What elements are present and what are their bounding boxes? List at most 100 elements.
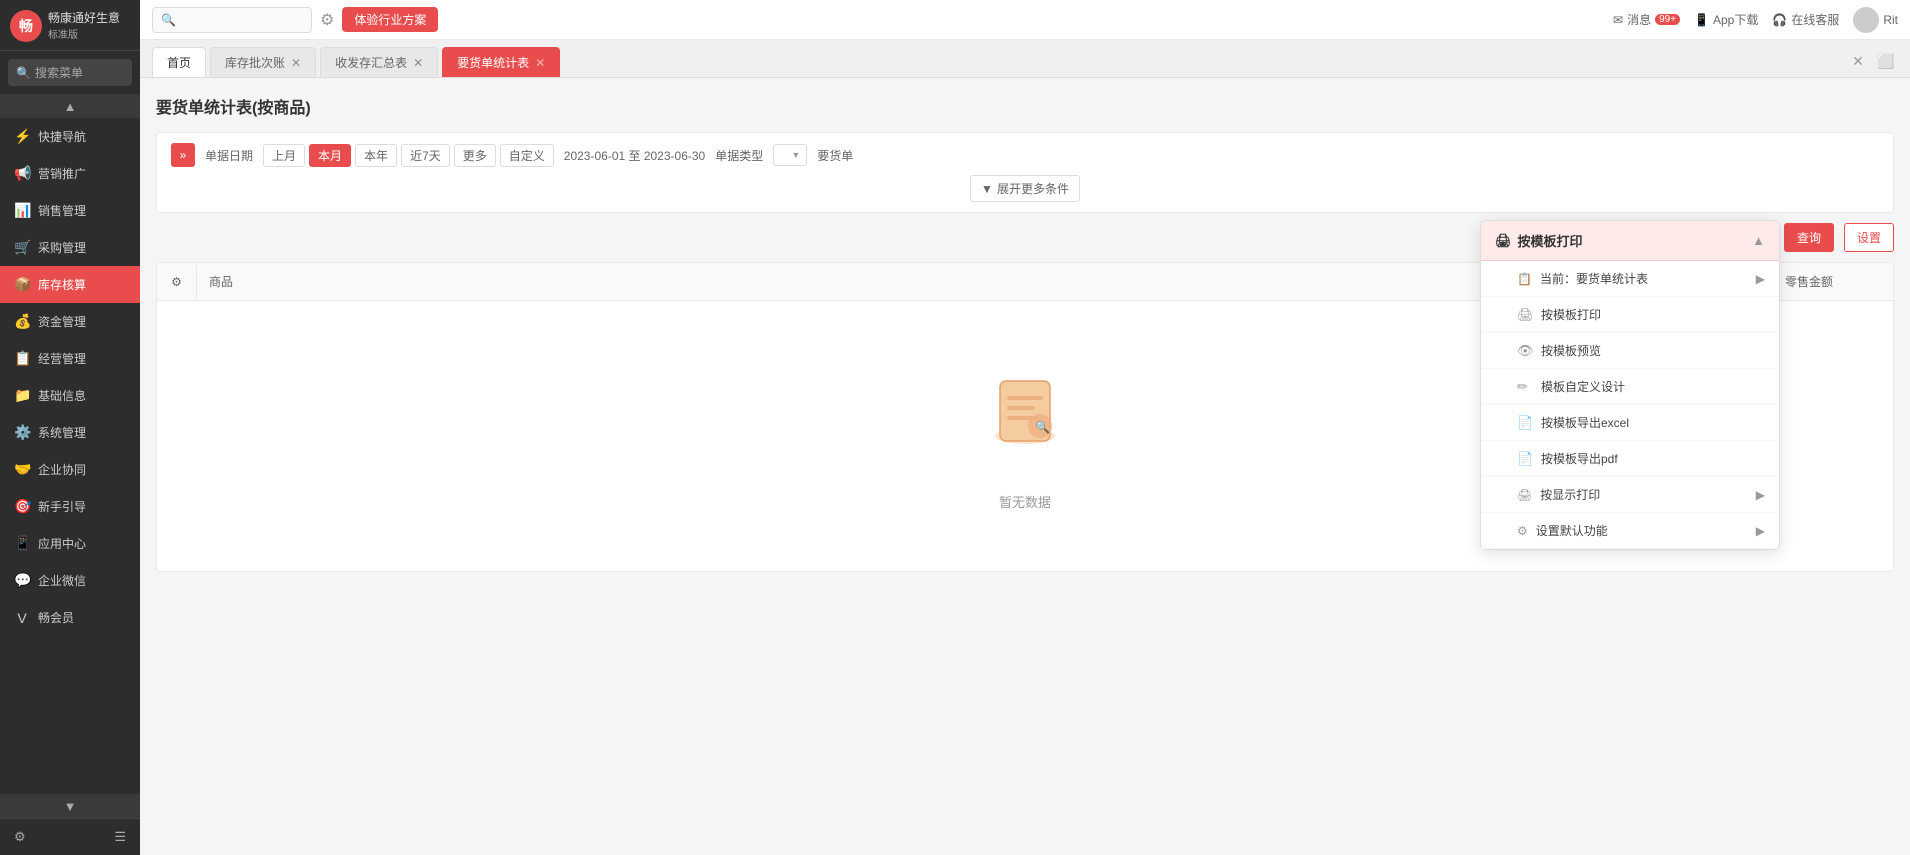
expand-down-icon: ▼ (981, 182, 993, 196)
template-custom-icon: ✏ (1517, 379, 1533, 395)
date-btn-current-year[interactable]: 本年 (355, 144, 397, 167)
dropdown-collapse-icon[interactable]: ▲ (1752, 233, 1765, 248)
sidebar-item-quick-nav[interactable]: ⚡ 快捷导航 (0, 118, 140, 155)
tab-inventory-batch-close[interactable]: ✕ (291, 56, 301, 70)
expand-more-btn[interactable]: ▼ 展开更多条件 (970, 175, 1080, 202)
sidebar-item-app-center[interactable]: 📱 应用中心 (0, 525, 140, 562)
template-print-icon: 🖨 (1517, 307, 1533, 323)
query-btn[interactable]: 查询 (1784, 223, 1834, 252)
quick-nav-icon: ⚡ (14, 128, 30, 145)
display-print-left: 🖨 按显示打印 (1495, 486, 1600, 503)
tab-order-stats-close[interactable]: ✕ (535, 56, 545, 70)
trial-btn[interactable]: 体验行业方案 (342, 7, 438, 32)
online-service-btn[interactable]: 🎧 在线客服 (1772, 11, 1839, 28)
sidebar-item-sales[interactable]: 📊 销售管理 (0, 192, 140, 229)
tab-receipt-summary-close[interactable]: ✕ (413, 56, 423, 70)
topbar-settings-icon[interactable]: ⚙ (320, 10, 334, 30)
date-btn-prev-month[interactable]: 上月 (263, 144, 305, 167)
tab-inventory-batch[interactable]: 库存批次账 ✕ (210, 47, 316, 77)
order-category-label: 要货单 (817, 147, 853, 164)
app-logo: 畅 畅康通好生意 标准版 (0, 0, 140, 51)
notification-btn[interactable]: ✉ 消息 99+ (1613, 11, 1680, 28)
display-print-icon: 🖨 (1517, 488, 1532, 502)
sidebar-item-marketing[interactable]: 📢 营销推广 (0, 155, 140, 192)
topbar: 🔍 ⚙ 体验行业方案 ✉ 消息 99+ 📱 App下载 🎧 在线客服 Rit (140, 0, 1910, 40)
settings-icon: ⚙ (171, 275, 182, 289)
logo-icon: 畅 (10, 10, 42, 42)
window-close-btn[interactable]: ✕ (1846, 49, 1870, 73)
settings-table-btn[interactable]: 设置 (1844, 223, 1894, 252)
th-amount: 零售金额 (1773, 263, 1893, 300)
sidebar-item-label: 应用中心 (38, 535, 86, 552)
sidebar-nav: ⚡ 快捷导航 📢 营销推广 📊 销售管理 🛒 采购管理 📦 库存核算 💰 资金管… (0, 118, 140, 794)
filter-expand-icon[interactable]: » (171, 143, 195, 167)
sidebar-item-collab[interactable]: 🤝 企业协同 (0, 451, 140, 488)
th-settings[interactable]: ⚙ (157, 265, 197, 299)
app-download-btn[interactable]: 📱 App下载 (1694, 11, 1758, 28)
scroll-down-btn[interactable]: ▼ (0, 794, 140, 818)
set-default-label: 设置默认功能 (1536, 522, 1608, 539)
sidebar-item-label: 营销推广 (38, 165, 86, 182)
sidebar-item-system[interactable]: ⚙️ 系统管理 (0, 414, 140, 451)
date-btn-custom[interactable]: 自定义 (500, 144, 554, 167)
expand-more-label: 展开更多条件 (997, 180, 1069, 197)
sidebar-item-guide[interactable]: 🎯 新手引导 (0, 488, 140, 525)
topbar-right: ✉ 消息 99+ 📱 App下载 🎧 在线客服 Rit (1613, 7, 1898, 33)
filter-row: » 单据日期 上月 本月 本年 近7天 更多 自定义 2023-06-01 至 … (171, 143, 1879, 167)
sidebar-search[interactable]: 🔍 搜索菜单 (8, 59, 132, 86)
dropdown-sub-set-default[interactable]: ⚙ 设置默认功能 ▶ (1481, 513, 1779, 549)
date-btn-last-7-days[interactable]: 近7天 (401, 144, 450, 167)
topbar-search[interactable]: 🔍 (152, 7, 312, 33)
footer-menu-icon[interactable]: ☰ (114, 829, 126, 845)
user-avatar (1853, 7, 1879, 33)
date-buttons: 上月 本月 本年 近7天 更多 自定义 (263, 144, 554, 167)
order-type-select[interactable] (773, 144, 807, 166)
sidebar-item-wechat[interactable]: 💬 企业微信 (0, 562, 140, 599)
order-type-label: 单据类型 (715, 147, 763, 164)
online-service-label: 在线客服 (1791, 11, 1839, 28)
date-btn-more[interactable]: 更多 (454, 144, 496, 167)
finance-icon: 💰 (14, 313, 30, 330)
tab-order-stats[interactable]: 要货单统计表 ✕ (442, 47, 560, 77)
tabbar: 首页 库存批次账 ✕ 收发存汇总表 ✕ 要货单统计表 ✕ ✕ ⬜ (140, 40, 1910, 78)
sidebar-item-label: 资金管理 (38, 313, 86, 330)
current-template-item[interactable]: 📋 当前：要货单统计表 ▶ (1481, 261, 1779, 297)
tab-order-stats-label: 要货单统计表 (457, 54, 529, 71)
dropdown-item-template-preview[interactable]: 👁 按模板预览 (1481, 333, 1779, 369)
sidebar: 畅 畅康通好生意 标准版 🔍 搜索菜单 ▲ ⚡ 快捷导航 📢 营销推广 📊 销售… (0, 0, 140, 855)
online-service-icon: 🎧 (1772, 13, 1787, 27)
scroll-up-btn[interactable]: ▲ (0, 94, 140, 118)
sales-icon: 📊 (14, 202, 30, 219)
dropdown-item-template-print[interactable]: 🖨 按模板打印 (1481, 297, 1779, 333)
dropdown-sub-display-print[interactable]: 🖨 按显示打印 ▶ (1481, 477, 1779, 513)
app-name: 畅康通好生意 (48, 11, 120, 27)
dropdown-header: 🖨 按模板打印 ▲ (1481, 221, 1779, 261)
tab-receipt-summary[interactable]: 收发存汇总表 ✕ (320, 47, 438, 77)
dropdown-item-template-custom[interactable]: ✏ 模板自定义设计 (1481, 369, 1779, 405)
sidebar-item-label: 系统管理 (38, 424, 86, 441)
user-avatar-btn[interactable]: Rit (1853, 7, 1898, 33)
main-content: 🔍 ⚙ 体验行业方案 ✉ 消息 99+ 📱 App下载 🎧 在线客服 Rit (140, 0, 1910, 855)
footer-settings-icon[interactable]: ⚙ (14, 829, 26, 845)
notification-badge: 99+ (1655, 14, 1680, 25)
sidebar-item-inventory[interactable]: 📦 库存核算 (0, 266, 140, 303)
sidebar-item-finance[interactable]: 💰 资金管理 (0, 303, 140, 340)
dropdown-item-export-excel[interactable]: 📄 按模板导出excel (1481, 405, 1779, 441)
sidebar-item-purchase[interactable]: 🛒 采购管理 (0, 229, 140, 266)
app-center-icon: 📱 (14, 535, 30, 552)
date-btn-current-month[interactable]: 本月 (309, 144, 351, 167)
sidebar-item-operations[interactable]: 📋 经营管理 (0, 340, 140, 377)
template-print-label: 按模板打印 (1541, 306, 1601, 323)
sidebar-item-basic[interactable]: 📁 基础信息 (0, 377, 140, 414)
dropdown-item-export-pdf[interactable]: 📄 按模板导出pdf (1481, 441, 1779, 477)
operations-icon: 📋 (14, 350, 30, 367)
window-maximize-btn[interactable]: ⬜ (1874, 49, 1898, 73)
sidebar-item-vip[interactable]: V 畅会员 (0, 599, 140, 636)
date-range-display: 2023-06-01 至 2023-06-30 (564, 147, 705, 164)
set-default-arrow: ▶ (1756, 524, 1765, 538)
page-content: 要货单统计表(按商品) » 单据日期 上月 本月 本年 近7天 更多 自定义 2… (140, 78, 1910, 855)
app-badge: 标准版 (48, 26, 120, 41)
tab-home[interactable]: 首页 (152, 47, 206, 77)
export-pdf-icon: 📄 (1517, 451, 1533, 467)
purchase-icon: 🛒 (14, 239, 30, 256)
